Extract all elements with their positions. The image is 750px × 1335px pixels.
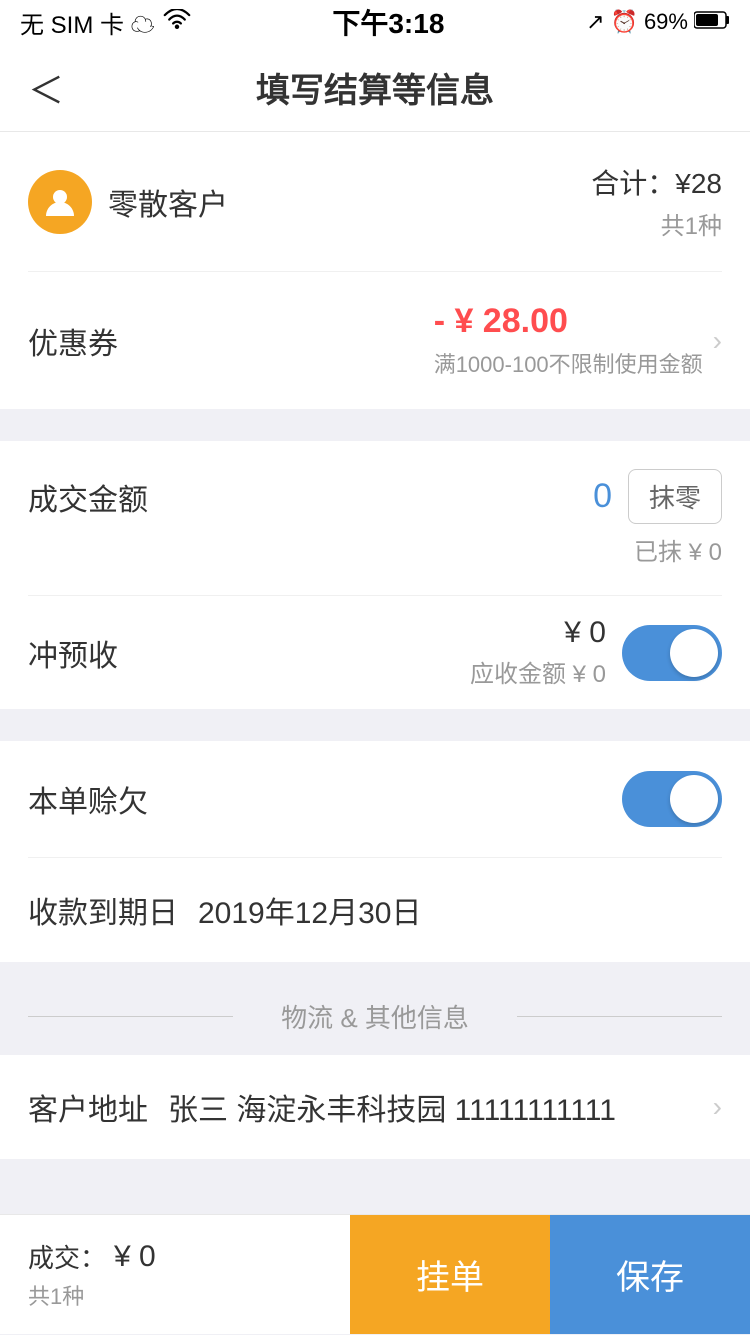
debt-toggle-knob <box>670 775 718 823</box>
alarm-icon: ⏰ <box>611 9 638 35</box>
debt-row: 本单赊欠 <box>0 741 750 857</box>
customer-count: 共1种 <box>591 206 722 241</box>
location-icon: ↗ <box>586 9 604 35</box>
status-bar: 无 SIM 卡 ☁ 下午3:18 ↗ ⏰ 69% <box>0 0 750 44</box>
deal-label: 成交金额 <box>28 475 148 519</box>
debt-card: 本单赊欠 收款到期日 2019年12月30日 <box>0 741 750 962</box>
address-value: 张三 海淀永丰科技园 11111111111 <box>168 1085 616 1129</box>
battery-icon <box>694 9 730 35</box>
coupon-amount: - ¥ 28.00 <box>434 302 703 341</box>
footer-deal-label: 成交： <box>28 1238 106 1275</box>
wifi-icon <box>163 8 191 36</box>
footer-count: 共1种 <box>28 1279 322 1311</box>
back-button[interactable]: ＜ <box>28 62 64 114</box>
status-right: ↗ ⏰ 69% <box>586 9 730 35</box>
hang-order-button[interactable]: 挂单 <box>350 1215 550 1334</box>
deal-amount-row: 成交金额 0 抹零 <box>0 441 750 524</box>
status-time: 下午3:18 <box>332 2 444 42</box>
prepay-amount-value: ¥ 0 <box>470 616 606 650</box>
toggle-knob <box>670 629 718 677</box>
customer-card: 零散客户 合计：¥28 共1种 优惠券 - ¥ 28.00 满1000-100不… <box>0 132 750 409</box>
coupon-desc: 满1000-100不限制使用金额 <box>434 347 703 379</box>
save-button[interactable]: 保存 <box>550 1215 750 1334</box>
logistics-label: 物流 & 其他信息 <box>281 998 469 1035</box>
address-chevron-icon: › <box>713 1091 722 1123</box>
coupon-row[interactable]: 优惠券 - ¥ 28.00 满1000-100不限制使用金额 › <box>0 272 750 409</box>
section-separator-2 <box>0 725 750 741</box>
due-date-label: 收款到期日 <box>28 888 178 932</box>
prepayment-toggle[interactable] <box>622 625 722 681</box>
due-date-value: 2019年12月30日 <box>198 888 421 932</box>
no-sim-text: 无 SIM 卡 ☁ <box>20 5 155 40</box>
prepay-amounts: ¥ 0 应收金额 ¥ 0 <box>470 616 606 689</box>
address-label: 客户地址 <box>28 1085 148 1129</box>
debt-toggle[interactable] <box>622 771 722 827</box>
header-line-left <box>28 1016 233 1017</box>
coupon-right: - ¥ 28.00 满1000-100不限制使用金额 › <box>434 302 722 379</box>
footer-info: 成交： ¥ 0 共1种 <box>0 1215 350 1334</box>
address-card: 客户地址 张三 海淀永丰科技园 11111111111 › <box>0 1055 750 1159</box>
header-line-right <box>517 1016 722 1017</box>
footer: 成交： ¥ 0 共1种 挂单 保存 <box>0 1214 750 1334</box>
deal-right: 0 抹零 <box>593 469 722 524</box>
deal-sub-text: 已抹 ¥ 0 <box>0 524 750 595</box>
due-date-row: 收款到期日 2019年12月30日 <box>0 858 750 962</box>
status-left: 无 SIM 卡 ☁ <box>20 5 191 40</box>
address-content: 客户地址 张三 海淀永丰科技园 11111111111 <box>28 1085 616 1129</box>
logistics-section-header: 物流 & 其他信息 <box>0 978 750 1055</box>
chevron-right-icon: › <box>713 325 722 357</box>
footer-deal-amount: ¥ 0 <box>114 1240 156 1274</box>
page-title: 填写结算等信息 <box>256 63 494 112</box>
customer-avatar <box>28 170 92 234</box>
round-zero-button[interactable]: 抹零 <box>628 469 722 524</box>
prepay-right: ¥ 0 应收金额 ¥ 0 <box>470 616 722 689</box>
section-separator-1 <box>0 425 750 441</box>
deal-amount-value: 0 <box>593 477 612 516</box>
battery-percent: 69% <box>644 9 688 35</box>
customer-name: 零散客户 <box>108 180 228 224</box>
prepay-desc: 应收金额 ¥ 0 <box>470 654 606 689</box>
prepay-label: 冲预收 <box>28 631 118 675</box>
footer-deal-row: 成交： ¥ 0 <box>28 1238 322 1275</box>
coupon-label: 优惠券 <box>28 319 118 363</box>
nav-bar: ＜ 填写结算等信息 <box>0 44 750 132</box>
customer-info: 零散客户 <box>28 170 228 234</box>
customer-row: 零散客户 合计：¥28 共1种 <box>0 132 750 271</box>
deal-card: 成交金额 0 抹零 已抹 ¥ 0 冲预收 ¥ 0 应收金额 ¥ 0 <box>0 441 750 709</box>
debt-label: 本单赊欠 <box>28 777 148 821</box>
customer-total-area: 合计：¥28 共1种 <box>591 162 722 241</box>
prepayment-row: 冲预收 ¥ 0 应收金额 ¥ 0 <box>0 596 750 709</box>
address-row[interactable]: 客户地址 张三 海淀永丰科技园 11111111111 › <box>0 1055 750 1159</box>
customer-total: 合计：¥28 <box>591 162 722 202</box>
